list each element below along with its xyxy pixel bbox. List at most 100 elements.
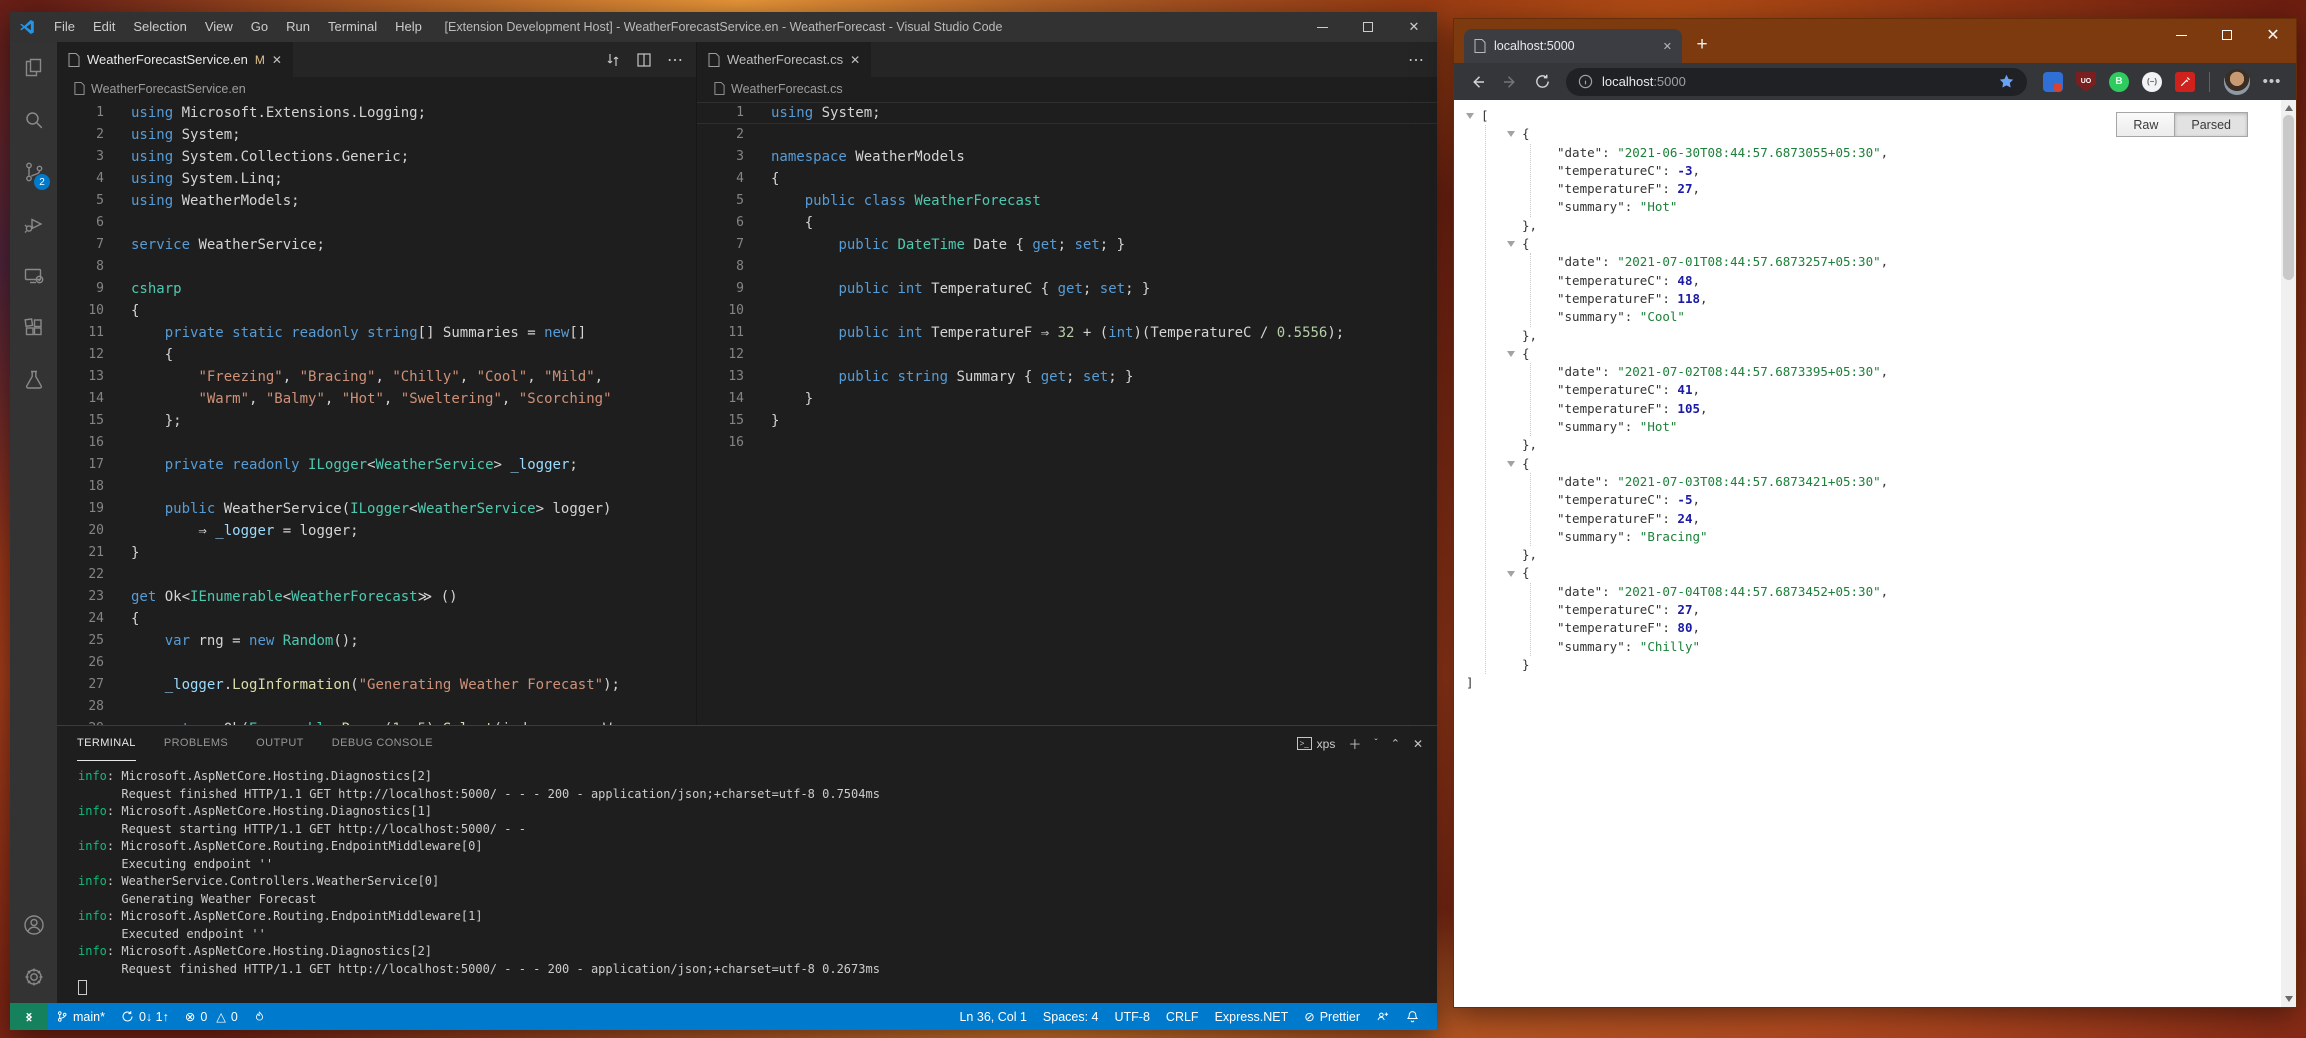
maximize-button[interactable]: [1345, 12, 1391, 42]
back-button[interactable]: [1464, 68, 1492, 96]
line-number: 2: [96, 127, 104, 142]
scroll-up-icon[interactable]: [2281, 100, 2296, 115]
site-info-icon[interactable]: [1578, 74, 1593, 89]
code-editor-right[interactable]: 1 using System; 2 3 namespace WeatherModels 4…: [697, 100, 1437, 725]
json-collapse-toggle[interactable]: [1507, 351, 1515, 357]
breadcrumb-right[interactable]: WeatherForecast.cs: [697, 77, 1437, 100]
panel-tab-terminal[interactable]: TERMINAL: [77, 726, 136, 761]
new-tab-button[interactable]: +: [1688, 32, 1716, 60]
json-collapse-toggle[interactable]: [1507, 570, 1515, 577]
json-collapse-toggle[interactable]: [1507, 460, 1515, 467]
menu-selection[interactable]: Selection: [124, 12, 195, 42]
breadcrumb-left[interactable]: WeatherForecastService.en: [57, 77, 696, 100]
settings-gear-icon[interactable]: [10, 951, 57, 1003]
json-object-body: "date": "2021-07-01T08:44:57.6873257+05:…: [1530, 253, 2278, 327]
reload-button[interactable]: [1528, 68, 1556, 96]
forward-button[interactable]: [1496, 68, 1524, 96]
line-number: 16: [88, 435, 104, 450]
raw-button[interactable]: Raw: [2116, 112, 2176, 137]
bookmark-star-icon[interactable]: [1998, 73, 2015, 90]
source-control-icon[interactable]: 2: [10, 146, 57, 198]
line-number: 24: [88, 611, 104, 626]
language-mode[interactable]: Express.NET: [1207, 1003, 1297, 1030]
new-terminal-icon[interactable]: ＋: [1348, 734, 1361, 753]
encoding[interactable]: UTF-8: [1107, 1003, 1158, 1030]
address-bar[interactable]: localhost:5000: [1566, 67, 2027, 96]
json-collapse-toggle[interactable]: [1466, 113, 1474, 120]
green-extension-icon[interactable]: B: [2109, 71, 2129, 92]
menu-run[interactable]: Run: [277, 12, 319, 42]
code-editor-left[interactable]: 1 using Microsoft.Extensions.Logging; 2 usi…: [57, 100, 696, 725]
git-branch-item[interactable]: main*: [48, 1003, 113, 1030]
sync-item[interactable]: 0↓ 1↑: [113, 1003, 177, 1030]
tab-close-icon[interactable]: ✕: [272, 53, 282, 67]
branch-label: main*: [73, 1009, 105, 1024]
scroll-thumb[interactable]: [2283, 115, 2294, 280]
parsed-button[interactable]: Parsed: [2175, 112, 2248, 137]
tab-close-icon[interactable]: ✕: [850, 53, 860, 67]
menu-edit[interactable]: Edit: [84, 12, 124, 42]
menu-file[interactable]: File: [45, 12, 84, 42]
panel-tab-problems[interactable]: PROBLEMS: [164, 726, 228, 761]
close-panel-icon[interactable]: ✕: [1413, 737, 1423, 751]
terminal-line: info: Microsoft.AspNetCore.Routing.Endpo…: [78, 839, 483, 853]
wand-extension-icon[interactable]: [2175, 71, 2195, 92]
menu-terminal[interactable]: Terminal: [319, 12, 386, 42]
remote-indicator[interactable]: [10, 1003, 48, 1030]
panel-header: TERMINAL PROBLEMS OUTPUT DEBUG CONSOLE >_ x…: [57, 726, 1437, 761]
tab-close-icon[interactable]: ✕: [1663, 40, 1672, 53]
password-manager-extension-icon[interactable]: [2043, 71, 2063, 92]
terminal-output[interactable]: info: Microsoft.AspNetCore.Hosting.Diagn…: [57, 761, 1437, 1003]
explorer-icon[interactable]: [10, 42, 57, 94]
feedback-icon[interactable]: [1368, 1003, 1398, 1030]
search-icon[interactable]: [10, 94, 57, 146]
problems-item[interactable]: ⊗ 0 △ 0: [177, 1003, 246, 1030]
maximize-panel-icon[interactable]: ⌃: [1391, 737, 1400, 750]
more-actions-icon[interactable]: ⋯: [667, 50, 683, 70]
panel-tab-output[interactable]: OUTPUT: [256, 726, 304, 761]
json-collapse-toggle[interactable]: [1507, 131, 1515, 138]
eol-sequence[interactable]: CRLF: [1158, 1003, 1207, 1030]
ublock-origin-extension-icon[interactable]: UO: [2076, 71, 2096, 92]
open-changes-icon[interactable]: [605, 52, 621, 68]
menu-view[interactable]: View: [196, 12, 242, 42]
notifications-bell-icon[interactable]: [1398, 1003, 1427, 1030]
run-debug-icon[interactable]: [10, 198, 57, 250]
indentation[interactable]: Spaces: 4: [1035, 1003, 1107, 1030]
scm-badge: 2: [34, 174, 50, 190]
browser-tab[interactable]: localhost:5000 ✕: [1464, 29, 1682, 63]
panel-tab-debug-console[interactable]: DEBUG CONSOLE: [332, 726, 433, 761]
minimize-button[interactable]: [2158, 19, 2204, 51]
more-actions-icon[interactable]: ⋯: [1408, 50, 1424, 70]
remote-explorer-icon[interactable]: [10, 250, 57, 302]
minimize-button[interactable]: [1299, 12, 1345, 42]
tab-weatherforecast-cs[interactable]: WeatherForecast.cs ✕: [697, 42, 872, 77]
cursor-position[interactable]: Ln 36, Col 1: [951, 1003, 1034, 1030]
json-key-value: "date": "2021-07-03T08:44:57.6873421+05:…: [1557, 473, 1889, 489]
tab-weatherforecastservice[interactable]: WeatherForecastService.en M ✕: [57, 42, 293, 77]
line-content: namespace WeatherModels: [771, 149, 965, 165]
split-editor-icon[interactable]: [637, 52, 651, 67]
line-content: [104, 696, 131, 718]
extensions-icon[interactable]: [10, 302, 57, 354]
close-button[interactable]: ✕: [1391, 12, 1437, 42]
scrollbar[interactable]: [2281, 100, 2296, 1007]
terminal-dropdown-icon[interactable]: ˇ: [1374, 738, 1377, 749]
terminal-shell-label[interactable]: >_ xps: [1296, 737, 1335, 751]
close-button[interactable]: ✕: [2250, 19, 2296, 51]
line-content: }: [131, 545, 140, 561]
json-collapse-toggle[interactable]: [1507, 241, 1515, 248]
formatter-item[interactable]: ⊘ Prettier: [1296, 1003, 1368, 1030]
scroll-down-icon[interactable]: [2284, 996, 2293, 1002]
testing-beaker-icon[interactable]: [10, 354, 57, 406]
json-object-open: {: [1486, 455, 2278, 473]
accounts-icon[interactable]: [10, 899, 57, 951]
json-array-close: ]: [1466, 675, 1474, 691]
menu-help[interactable]: Help: [386, 12, 431, 42]
circle-extension-icon[interactable]: (−): [2142, 71, 2162, 92]
browser-menu-icon[interactable]: •••: [2260, 73, 2284, 90]
maximize-button[interactable]: [2204, 19, 2250, 51]
menu-go[interactable]: Go: [242, 12, 277, 42]
profile-avatar[interactable]: [2224, 68, 2250, 95]
flame-icon[interactable]: [246, 1003, 273, 1030]
